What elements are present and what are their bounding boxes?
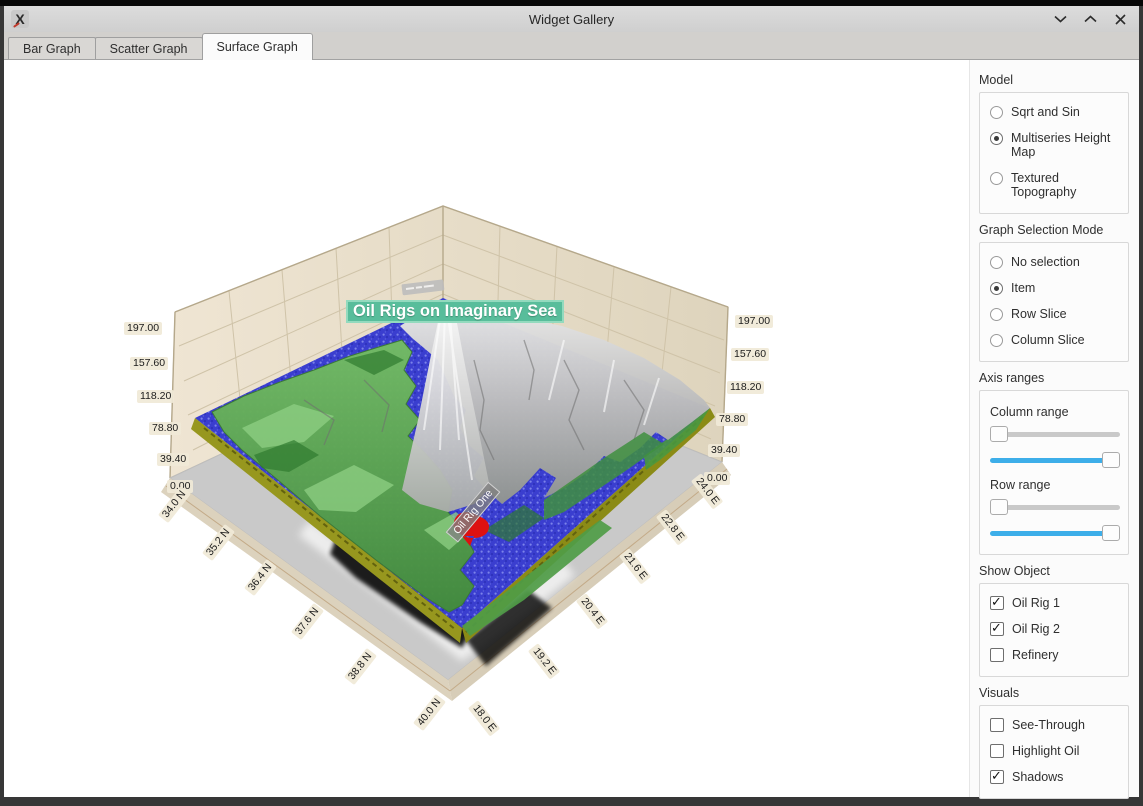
value-tick: 118.20 bbox=[137, 390, 174, 403]
window-controls bbox=[1053, 12, 1139, 26]
show-object-group-label: Show Object bbox=[979, 564, 1129, 578]
checkbox-icon: ✓ bbox=[990, 744, 1004, 758]
checkbox-icon: ✓ bbox=[990, 648, 1004, 662]
radio-icon bbox=[990, 106, 1003, 119]
radio-sqrt-and-sin[interactable]: Sqrt and Sin bbox=[990, 105, 1120, 119]
checkbox-highlight-oil[interactable]: ✓ Highlight Oil bbox=[990, 744, 1120, 758]
radio-icon bbox=[990, 308, 1003, 321]
value-tick: 78.80 bbox=[149, 422, 181, 435]
checkbox-see-through[interactable]: ✓ See-Through bbox=[990, 718, 1120, 732]
radio-textured-topography[interactable]: Textured Topography bbox=[990, 171, 1120, 199]
maximize-icon[interactable] bbox=[1083, 12, 1097, 26]
radio-row-slice[interactable]: Row Slice bbox=[990, 307, 1120, 321]
radio-label: No selection bbox=[1011, 255, 1080, 269]
checkbox-label: Shadows bbox=[1012, 770, 1063, 784]
axis-ranges-group-label: Axis ranges bbox=[979, 371, 1129, 385]
slider-track[interactable] bbox=[990, 531, 1120, 536]
checkbox-icon: ✓ bbox=[990, 770, 1004, 784]
checkbox-label: Oil Rig 2 bbox=[1012, 622, 1060, 636]
checkmark-icon: ✓ bbox=[991, 768, 1002, 784]
minimize-icon[interactable] bbox=[1053, 12, 1067, 26]
value-tick: 157.60 bbox=[731, 348, 769, 361]
selection-mode-group-label: Graph Selection Mode bbox=[979, 223, 1129, 237]
radio-no-selection[interactable]: No selection bbox=[990, 255, 1120, 269]
app-window: X Widget Gallery Bar Graph Scatter Graph… bbox=[0, 0, 1143, 806]
slider-track[interactable] bbox=[990, 432, 1120, 437]
radio-item[interactable]: Item bbox=[990, 281, 1120, 295]
radio-label: Row Slice bbox=[1011, 307, 1067, 321]
visuals-group: ✓ See-Through ✓ Highlight Oil ✓ Shadows bbox=[979, 705, 1129, 799]
radio-icon bbox=[990, 334, 1003, 347]
checkbox-label: See-Through bbox=[1012, 718, 1085, 732]
show-object-group: ✓ Oil Rig 1 ✓ Oil Rig 2 ✓ Refinery bbox=[979, 583, 1129, 677]
tab-label: Scatter Graph bbox=[110, 42, 188, 56]
tab-surface-graph[interactable]: Surface Graph bbox=[202, 33, 313, 60]
row-range-min-slider[interactable] bbox=[990, 499, 1120, 516]
radio-icon bbox=[990, 282, 1003, 295]
surface-graph-viewport[interactable]: Oil Rigs on Imaginary Sea Oil Rig One 19… bbox=[4, 60, 969, 797]
selection-mode-group: No selection Item Row Slice Column Slice bbox=[979, 242, 1129, 362]
radio-icon bbox=[990, 256, 1003, 269]
radio-label: Multiseries Height Map bbox=[1011, 131, 1120, 159]
radio-icon bbox=[990, 132, 1003, 145]
slider-track[interactable] bbox=[990, 505, 1120, 510]
tab-scatter-graph[interactable]: Scatter Graph bbox=[95, 37, 203, 59]
value-tick: 197.00 bbox=[735, 315, 773, 328]
radio-label: Column Slice bbox=[1011, 333, 1085, 347]
value-tick: 197.00 bbox=[124, 322, 162, 335]
checkmark-icon: ✓ bbox=[991, 594, 1002, 610]
checkbox-oil-rig-2[interactable]: ✓ Oil Rig 2 bbox=[990, 622, 1120, 636]
column-range-min-slider[interactable] bbox=[990, 426, 1120, 443]
checkbox-icon: ✓ bbox=[990, 596, 1004, 610]
checkbox-icon: ✓ bbox=[990, 622, 1004, 636]
model-group-label: Model bbox=[979, 73, 1129, 87]
value-tick: 118.20 bbox=[727, 381, 764, 394]
tab-bar-graph[interactable]: Bar Graph bbox=[8, 37, 96, 59]
value-tick: 39.40 bbox=[157, 453, 189, 466]
checkbox-label: Highlight Oil bbox=[1012, 744, 1079, 758]
tab-label: Surface Graph bbox=[217, 40, 298, 54]
slider-thumb[interactable] bbox=[1102, 525, 1120, 541]
window-title: Widget Gallery bbox=[4, 12, 1139, 27]
column-range-label: Column range bbox=[990, 405, 1120, 419]
value-tick: 78.80 bbox=[716, 413, 748, 426]
slider-thumb[interactable] bbox=[1102, 452, 1120, 468]
tab-page-surface-graph: Oil Rigs on Imaginary Sea Oil Rig One 19… bbox=[4, 60, 1139, 797]
radio-multiseries-height-map[interactable]: Multiseries Height Map bbox=[990, 131, 1120, 159]
checkbox-shadows[interactable]: ✓ Shadows bbox=[990, 770, 1120, 784]
radio-label: Item bbox=[1011, 281, 1035, 295]
column-range-max-slider[interactable] bbox=[990, 452, 1120, 469]
close-icon[interactable] bbox=[1113, 12, 1127, 26]
graph-title-badge: Oil Rigs on Imaginary Sea bbox=[346, 300, 564, 323]
visuals-group-label: Visuals bbox=[979, 686, 1129, 700]
value-tick: 39.40 bbox=[708, 444, 740, 457]
checkmark-icon: ✓ bbox=[991, 620, 1002, 636]
slider-track[interactable] bbox=[990, 458, 1120, 463]
radio-icon bbox=[990, 172, 1003, 185]
tab-bar: Bar Graph Scatter Graph Surface Graph bbox=[4, 32, 1139, 60]
titlebar[interactable]: X Widget Gallery bbox=[4, 6, 1139, 32]
checkbox-oil-rig-1[interactable]: ✓ Oil Rig 1 bbox=[990, 596, 1120, 610]
row-range-label: Row range bbox=[990, 478, 1120, 492]
checkbox-refinery[interactable]: ✓ Refinery bbox=[990, 648, 1120, 662]
model-group: Sqrt and Sin Multiseries Height Map Text… bbox=[979, 92, 1129, 214]
axis-ranges-group: Column range Row range bbox=[979, 390, 1129, 555]
value-tick: 157.60 bbox=[130, 357, 168, 370]
row-range-max-slider[interactable] bbox=[990, 525, 1120, 542]
tab-label: Bar Graph bbox=[23, 42, 81, 56]
radio-column-slice[interactable]: Column Slice bbox=[990, 333, 1120, 347]
radio-label: Sqrt and Sin bbox=[1011, 105, 1080, 119]
control-panel: Model Sqrt and Sin Multiseries Height Ma… bbox=[969, 60, 1139, 797]
slider-thumb[interactable] bbox=[990, 426, 1008, 442]
radio-label: Textured Topography bbox=[1011, 171, 1120, 199]
slider-thumb[interactable] bbox=[990, 499, 1008, 515]
checkbox-icon: ✓ bbox=[990, 718, 1004, 732]
checkbox-label: Oil Rig 1 bbox=[1012, 596, 1060, 610]
checkbox-label: Refinery bbox=[1012, 648, 1059, 662]
